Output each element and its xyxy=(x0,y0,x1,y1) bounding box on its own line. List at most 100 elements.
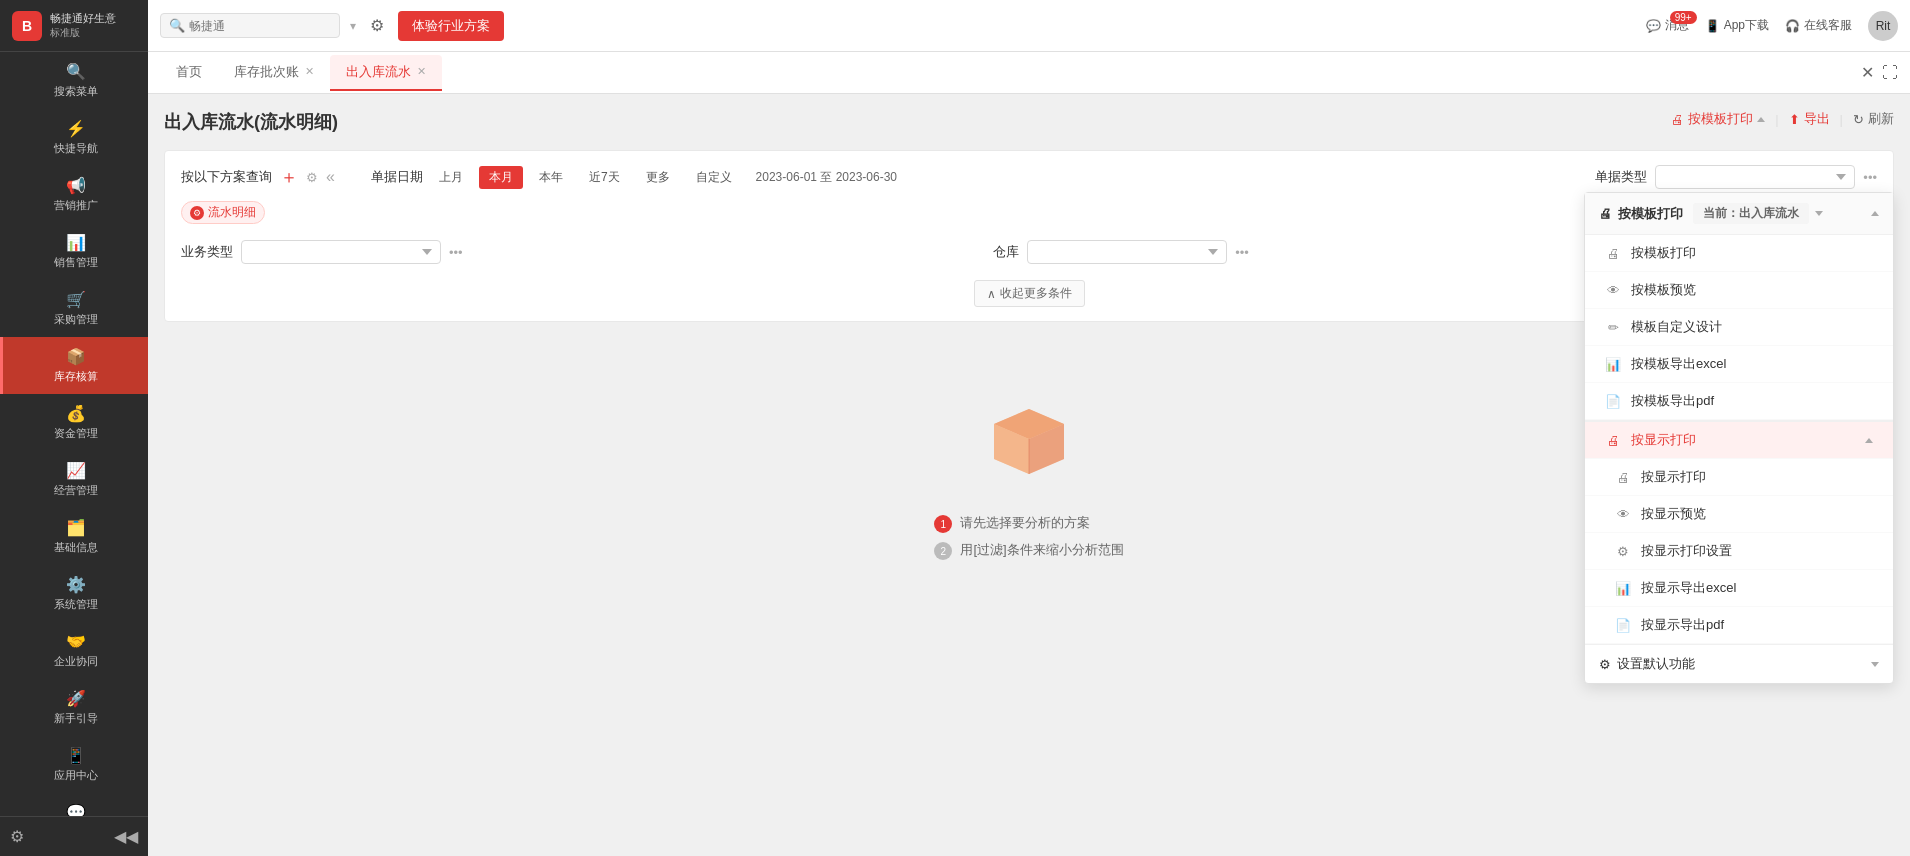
template-preview-icon: 👁 xyxy=(1605,282,1621,298)
voucher-type-select[interactable] xyxy=(1655,165,1855,189)
print-template-label: 按模板打印 xyxy=(1688,110,1753,128)
user-avatar[interactable]: Rit xyxy=(1868,11,1898,41)
date-opt-more[interactable]: 更多 xyxy=(636,166,680,189)
tab-expand-btn[interactable]: ⛶ xyxy=(1882,64,1898,82)
date-opt-this-year[interactable]: 本年 xyxy=(529,166,573,189)
sidebar-item-appcenter[interactable]: 📱 应用中心 xyxy=(0,736,148,793)
sidebar-collapse-icon[interactable]: ◀◀ xyxy=(114,827,138,846)
collapse-button[interactable]: ∧ 收起更多条件 xyxy=(974,280,1085,307)
dropdown-item-display-print-section[interactable]: 🖨 按显示打印 xyxy=(1585,420,1893,459)
topbar-search-box[interactable]: 🔍 xyxy=(160,13,340,38)
base-label: 基础信息 xyxy=(54,540,98,555)
sidebar-item-inventory[interactable]: 📦 库存核算 xyxy=(0,337,148,394)
finance-label: 资金管理 xyxy=(54,426,98,441)
dropdown-item-template-print[interactable]: 🖨 按模板打印 xyxy=(1585,235,1893,272)
sidebar-item-purchase[interactable]: 🛒 采购管理 xyxy=(0,280,148,337)
sales-icon: 📊 xyxy=(66,233,86,252)
date-opt-custom[interactable]: 自定义 xyxy=(686,166,742,189)
business-more-icon[interactable]: ••• xyxy=(449,245,463,260)
sidebar-item-finance[interactable]: 💰 资金管理 xyxy=(0,394,148,451)
dropdown-sub-display-print[interactable]: 🖨 按显示打印 xyxy=(1585,459,1893,496)
trial-button[interactable]: 体验行业方案 xyxy=(398,11,504,41)
print-template-button[interactable]: 🖨 按模板打印 xyxy=(1671,110,1765,128)
tab-batch-account[interactable]: 库存批次账 ✕ xyxy=(218,55,330,91)
dropdown-item-template-custom[interactable]: ✏ 模板自定义设计 xyxy=(1585,309,1893,346)
step2-text: 用[过滤]条件来缩小分析范围 xyxy=(960,541,1123,559)
tab-close-window-btn[interactable]: ✕ xyxy=(1861,63,1874,82)
sidebar-item-wechat[interactable]: 💬 企业微信 xyxy=(0,793,148,816)
dropdown-sub-display-excel[interactable]: 📊 按显示导出excel xyxy=(1585,570,1893,607)
app-download-button[interactable]: 📱 App下载 xyxy=(1705,17,1769,34)
sidebar-logo: B 畅捷通好生意 标准版 xyxy=(0,0,148,52)
sidebar-item-operations[interactable]: 📈 经营管理 xyxy=(0,451,148,508)
export-button[interactable]: ⬆ 导出 xyxy=(1789,110,1830,128)
dropdown-sub-display-preview[interactable]: 👁 按显示预览 xyxy=(1585,496,1893,533)
empty-illustration xyxy=(979,394,1079,494)
warehouse-select[interactable] xyxy=(1027,240,1227,264)
template-excel-icon: 📊 xyxy=(1605,356,1621,372)
tab-inout-flow[interactable]: 出入库流水 ✕ xyxy=(330,55,442,91)
dropdown-header: 🖨 按模板打印 当前：出入库流水 xyxy=(1585,193,1893,235)
dropdown-current-chevron[interactable] xyxy=(1815,211,1823,216)
template-design-icon: ✏ xyxy=(1605,319,1621,335)
voucher-more-icon[interactable]: ••• xyxy=(1863,170,1877,185)
dropdown-header-chevron[interactable] xyxy=(1871,211,1879,216)
date-opt-7days[interactable]: 近7天 xyxy=(579,166,630,189)
collab-icon: 🤝 xyxy=(66,632,86,651)
search-menu-icon: 🔍 xyxy=(66,62,86,81)
page-title: 出入库流水(流水明细) xyxy=(164,110,1894,134)
quick-nav-icon: ⚡ xyxy=(66,119,86,138)
empty-step1: 1 请先选择要分析的方案 xyxy=(934,514,1123,533)
search-input[interactable] xyxy=(189,19,331,33)
warehouse-more-icon[interactable]: ••• xyxy=(1235,245,1249,260)
sidebar-item-system[interactable]: ⚙️ 系统管理 xyxy=(0,565,148,622)
tab-batch-close-icon[interactable]: ✕ xyxy=(305,65,314,78)
refresh-button[interactable]: ↻ 刷新 xyxy=(1853,110,1894,128)
filter-collapse-icon[interactable]: « xyxy=(326,168,335,186)
dropdown-panel: 🖨 按模板打印 当前：出入库流水 🖨 按模板打印 👁 按模板预览 xyxy=(1584,192,1894,684)
business-type-select[interactable] xyxy=(241,240,441,264)
empty-steps-list: 1 请先选择要分析的方案 2 用[过滤]条件来缩小分析范围 xyxy=(934,514,1123,568)
sidebar-bottom: ⚙ ◀◀ xyxy=(0,816,148,856)
sidebar-item-search-menu[interactable]: 🔍 搜索菜单 xyxy=(0,52,148,109)
sidebar-item-quick-nav[interactable]: ⚡ 快捷导航 xyxy=(0,109,148,166)
date-opt-this-month[interactable]: 本月 xyxy=(479,166,523,189)
dropdown-scroll: 🖨 按模板打印 👁 按模板预览 ✏ 模板自定义设计 📊 按模板导出excel xyxy=(1585,235,1893,644)
online-service-label: 在线客服 xyxy=(1804,17,1852,34)
date-opt-last-month[interactable]: 上月 xyxy=(429,166,473,189)
dropdown-sub-display-pdf[interactable]: 📄 按显示导出pdf xyxy=(1585,607,1893,644)
sidebar-item-sales[interactable]: 📊 销售管理 xyxy=(0,223,148,280)
sidebar-item-marketing[interactable]: 📢 营销推广 xyxy=(0,166,148,223)
display-print-section-icon: 🖨 xyxy=(1605,432,1621,448)
logo-icon: B xyxy=(12,11,42,41)
sidebar-scroll: 🔍 搜索菜单 ⚡ 快捷导航 📢 营销推广 📊 销售管理 🛒 采购管理 📦 库存核… xyxy=(0,52,148,816)
tab-batch-label: 库存批次账 xyxy=(234,63,299,81)
sidebar-item-guide[interactable]: 🚀 新手引导 xyxy=(0,679,148,736)
topbar-gear-icon[interactable]: ⚙ xyxy=(370,16,384,35)
filter-warehouse-label: 仓库 xyxy=(993,243,1019,261)
online-service-button[interactable]: 🎧 在线客服 xyxy=(1785,17,1852,34)
dropdown-printer-icon: 🖨 xyxy=(1599,206,1612,221)
dropdown-sub-display-settings[interactable]: ⚙ 按显示打印设置 xyxy=(1585,533,1893,570)
sidebar-settings-icon[interactable]: ⚙ xyxy=(10,827,24,846)
dropdown-item-template-pdf[interactable]: 📄 按模板导出pdf xyxy=(1585,383,1893,420)
dropdown-footer[interactable]: ⚙ 设置默认功能 xyxy=(1585,644,1893,683)
tab-inout-close-icon[interactable]: ✕ xyxy=(417,65,426,78)
search-chevron-icon[interactable]: ▾ xyxy=(350,19,356,33)
tab-home[interactable]: 首页 xyxy=(160,55,218,91)
template-preview-label: 按模板预览 xyxy=(1631,281,1696,299)
sidebar-item-base[interactable]: 🗂️ 基础信息 xyxy=(0,508,148,565)
dropdown-footer-label: ⚙ 设置默认功能 xyxy=(1599,655,1695,673)
sidebar-item-collab[interactable]: 🤝 企业协同 xyxy=(0,622,148,679)
filter-settings-icon[interactable]: ⚙ xyxy=(306,170,318,185)
dropdown-item-template-preview[interactable]: 👁 按模板预览 xyxy=(1585,272,1893,309)
base-icon: 🗂️ xyxy=(66,518,86,537)
filter-voucher-type-area: 单据类型 ••• xyxy=(1595,165,1877,189)
logo-name: 畅捷通好生意 xyxy=(50,11,116,25)
dropdown-item-template-excel[interactable]: 📊 按模板导出excel xyxy=(1585,346,1893,383)
sidebar: B 畅捷通好生意 标准版 🔍 搜索菜单 ⚡ 快捷导航 📢 营销推广 📊 销售管理… xyxy=(0,0,148,856)
filter-add-icon[interactable]: ＋ xyxy=(280,165,298,189)
template-pdf-icon: 📄 xyxy=(1605,393,1621,409)
message-button[interactable]: 💬 消息 99+ xyxy=(1646,17,1689,34)
filter-tag-label: 流水明细 xyxy=(208,204,256,221)
